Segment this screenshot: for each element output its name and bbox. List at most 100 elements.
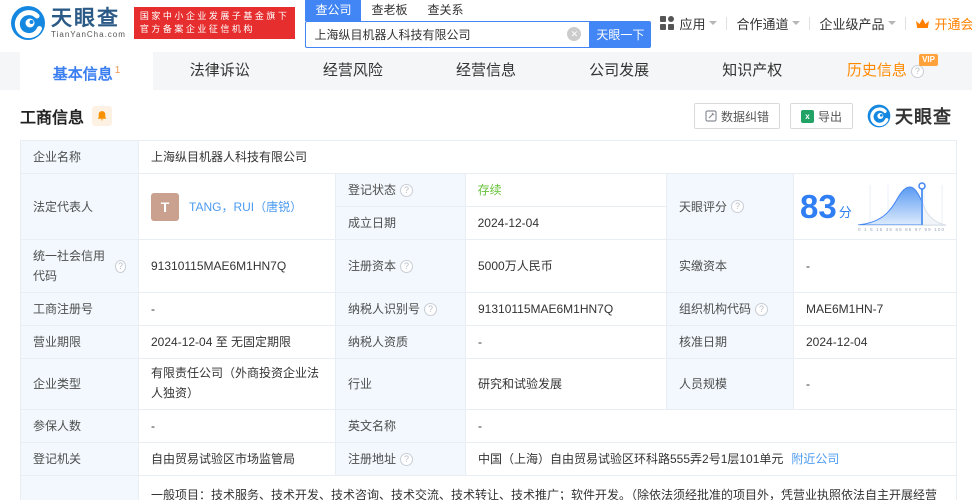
- tab-history-info-label: 历史信息: [847, 62, 907, 79]
- taxpayer-quality-value: -: [466, 326, 667, 358]
- credit-code-label-text: 统一社会信用代码: [33, 246, 111, 286]
- reg-number-label: 工商注册号: [21, 293, 139, 325]
- status-badge: 存续: [478, 180, 502, 200]
- taxpayer-id-value: 91310115MAE6M1HN7Q: [466, 293, 667, 325]
- gov-badge-line1: 国家中小企业发展子基金旗下: [140, 10, 290, 23]
- table-row: 统一社会信用代码 91310115MAE6M1HN7Q 注册资本 5000万人民…: [21, 240, 956, 293]
- staff-size-label: 人员规模: [667, 359, 794, 409]
- tab-company-development-label: 公司发展: [589, 62, 649, 79]
- business-term-value: 2024-12-04 至 无固定期限: [139, 326, 336, 358]
- tab-legal-litigation-label: 法律诉讼: [190, 62, 250, 79]
- tab-company-development[interactable]: 公司发展: [553, 52, 686, 90]
- org-code-value: MAE6M1HN-7: [794, 293, 958, 325]
- insured-count-value: -: [139, 410, 336, 442]
- tab-business-risk[interactable]: 经营风险: [286, 52, 419, 90]
- company-type-label: 企业类型: [21, 359, 139, 409]
- search-input[interactable]: [305, 21, 589, 48]
- reg-status-label: 登记状态: [336, 174, 466, 206]
- apps-grid-icon: [660, 16, 674, 30]
- search-button[interactable]: 天眼一下: [589, 21, 651, 48]
- excel-icon: [801, 110, 814, 123]
- business-info-table: 企业名称 上海纵目机器人科技有限公司 法定代表人 T TANG，RUI（唐锐） …: [20, 140, 957, 500]
- tab-business-info-label: 经营信息: [456, 62, 516, 79]
- monitor-bell-button[interactable]: [92, 106, 112, 126]
- table-row: 企业名称 上海纵目机器人科技有限公司: [21, 141, 956, 174]
- gov-certification-badge: 国家中小企业发展子基金旗下 官方备案企业征信机构: [134, 7, 296, 39]
- score-unit: 分: [839, 203, 852, 223]
- legal-rep-avatar[interactable]: T: [151, 193, 179, 221]
- help-icon[interactable]: [731, 200, 744, 213]
- menu-open-vip[interactable]: 开通会员: [906, 14, 972, 33]
- help-icon[interactable]: [424, 303, 437, 316]
- watermark-text: 天眼查: [895, 103, 952, 129]
- section-actions: 数据纠错 导出 天眼查: [684, 103, 952, 129]
- business-scope-value: 一般项目：技术服务、技术开发、技术咨询、技术交流、技术转让、技术推广；软件开发。…: [139, 476, 958, 500]
- status-date-block: 登记状态 存续 成立日期 2024-12-04: [336, 174, 667, 239]
- approve-date-label: 核准日期: [667, 326, 794, 358]
- tab-legal-litigation[interactable]: 法律诉讼: [153, 52, 286, 90]
- search-tab-relation[interactable]: 查关系: [417, 0, 473, 21]
- taxpayer-id-label: 纳税人识别号: [336, 293, 466, 325]
- insured-count-label: 参保人数: [21, 410, 139, 442]
- english-name-value: -: [466, 410, 958, 442]
- org-code-label-text: 组织机构代码: [679, 299, 751, 319]
- credit-code-label: 统一社会信用代码: [21, 240, 139, 292]
- watermark-logo: 天眼查: [867, 103, 952, 129]
- menu-partner-channel[interactable]: 合作通道: [727, 14, 809, 33]
- score-distribution-chart: 0 1 5 15 35 65 85 97 99 100: [856, 181, 948, 233]
- tianyancha-logo-icon: [10, 5, 46, 41]
- company-name-label: 企业名称: [21, 141, 139, 173]
- export-button[interactable]: 导出: [790, 103, 853, 129]
- table-row: 经营范围 一般项目：技术服务、技术开发、技术咨询、技术交流、技术转让、技术推广；…: [21, 476, 956, 500]
- score-cell[interactable]: 83 分 0 1 5 15 35 65: [794, 174, 958, 239]
- company-name-value: 上海纵目机器人科技有限公司: [139, 141, 958, 173]
- table-row: 工商注册号 - 纳税人识别号 91310115MAE6M1HN7Q 组织机构代码…: [21, 293, 956, 326]
- help-icon[interactable]: [115, 260, 126, 273]
- paid-capital-value: -: [794, 240, 958, 292]
- english-name-label: 英文名称: [336, 410, 466, 442]
- brand-domain: TianYanCha.com: [51, 30, 126, 39]
- menu-apps[interactable]: 应用: [651, 14, 726, 33]
- tab-intellectual-property[interactable]: 知识产权: [686, 52, 819, 90]
- brand-name: 天眼查: [51, 8, 126, 30]
- menu-partner-label: 合作通道: [736, 14, 788, 33]
- help-icon[interactable]: [400, 184, 413, 197]
- section-title: 工商信息: [20, 104, 84, 128]
- tianyancha-watermark-icon: [867, 104, 891, 128]
- top-header: 天眼查 TianYanCha.com 国家中小企业发展子基金旗下 官方备案企业征…: [0, 0, 972, 46]
- top-menu: 应用 合作通道 企业级产品 开通会员: [651, 14, 972, 33]
- data-correction-label: 数据纠错: [721, 108, 769, 125]
- tab-history-info[interactable]: VIP 历史信息: [819, 52, 952, 90]
- reg-capital-label: 注册资本: [336, 240, 466, 292]
- menu-vip-label: 开通会员: [934, 14, 972, 33]
- tianyancha-logo[interactable]: 天眼查 TianYanCha.com: [10, 5, 126, 41]
- tab-count-sup: 1: [115, 65, 121, 76]
- clear-search-icon[interactable]: [567, 27, 581, 41]
- help-icon[interactable]: [911, 65, 924, 78]
- industry-value: 研究和试验发展: [466, 359, 667, 409]
- nearby-companies-link[interactable]: 附近公司: [791, 449, 839, 469]
- taxpayer-id-label-text: 纳税人识别号: [348, 299, 420, 319]
- legal-rep-name-link[interactable]: TANG，RUI（唐锐）: [189, 197, 302, 217]
- tab-business-info[interactable]: 经营信息: [419, 52, 552, 90]
- search-tab-company[interactable]: 查公司: [305, 0, 361, 21]
- help-icon[interactable]: [755, 303, 768, 316]
- menu-enterprise-products[interactable]: 企业级产品: [810, 14, 905, 33]
- org-code-label: 组织机构代码: [667, 293, 794, 325]
- score-label: 天眼评分: [667, 174, 794, 239]
- reg-number-value: -: [139, 293, 336, 325]
- tab-basic-info[interactable]: 基本信息1: [20, 52, 153, 90]
- data-correction-button[interactable]: 数据纠错: [694, 103, 780, 129]
- tab-basic-info-label: 基本信息: [53, 66, 113, 83]
- search-tab-boss[interactable]: 查老板: [361, 0, 417, 21]
- menu-apps-label: 应用: [679, 14, 705, 33]
- score-value: 83: [800, 190, 837, 223]
- establish-date-label: 成立日期: [336, 207, 466, 239]
- table-row: 企业类型 有限责任公司（外商投资企业法人独资） 行业 研究和试验发展 人员规模 …: [21, 359, 956, 410]
- approve-date-value: 2024-12-04: [794, 326, 958, 358]
- legal-rep-cell: T TANG，RUI（唐锐）: [139, 174, 336, 239]
- help-icon[interactable]: [400, 260, 413, 273]
- help-icon[interactable]: [400, 453, 413, 466]
- score-axis-ticks: 0 1 5 15 35 65 85 97 99 100: [858, 227, 944, 232]
- edit-correction-icon: [705, 110, 717, 122]
